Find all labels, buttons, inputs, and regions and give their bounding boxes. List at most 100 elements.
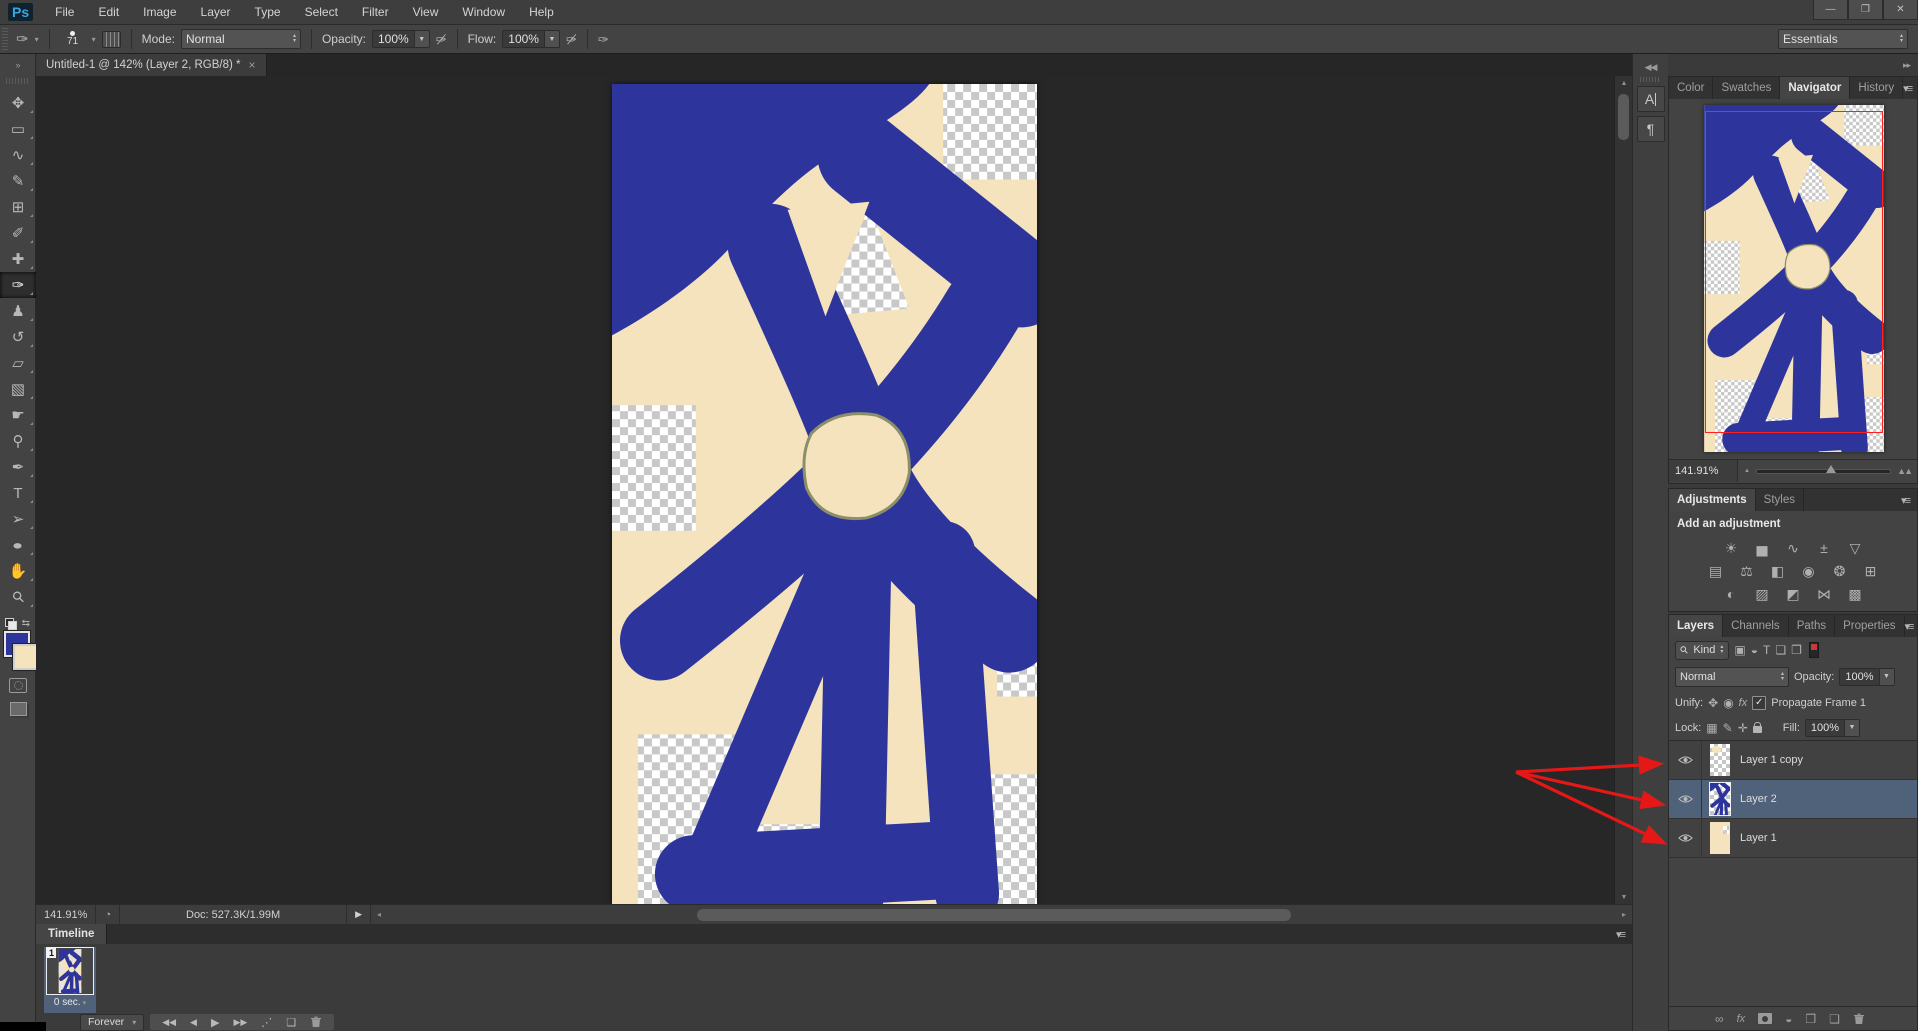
adjustment-layer-filter-icon[interactable]: ◒ <box>1751 643 1758 657</box>
invert-icon[interactable]: ◐ <box>1721 585 1741 603</box>
slider-thumb[interactable] <box>1826 464 1837 473</box>
menu-filter[interactable]: Filter <box>350 5 401 19</box>
dropdown-caret-icon[interactable]: ▼ <box>1878 667 1895 686</box>
menu-image[interactable]: Image <box>131 5 188 19</box>
default-colors-icon[interactable] <box>5 618 17 630</box>
add-layer-mask-icon[interactable] <box>1758 1013 1773 1024</box>
scroll-right-icon[interactable]: ▸ <box>1616 910 1632 919</box>
selective-color-icon[interactable]: ▩ <box>1845 585 1865 603</box>
zoom-in-icon[interactable]: ▲▲ <box>1897 466 1913 476</box>
delete-frame-icon[interactable] <box>310 1016 322 1028</box>
brightness-contrast-icon[interactable]: ☀ <box>1721 539 1741 557</box>
zoom-out-icon[interactable]: ▲ <box>1744 468 1750 474</box>
menu-edit[interactable]: Edit <box>86 5 131 19</box>
duplicate-frame-button[interactable]: ❏ <box>286 1016 296 1029</box>
scrubby-zoom-icon[interactable]: ◔ <box>96 905 121 924</box>
layer-row-layer-2[interactable]: Layer 2 <box>1669 780 1917 819</box>
screen-mode-button[interactable] <box>9 702 27 716</box>
brush-tool-icon[interactable]: ✑ <box>16 32 29 47</box>
close-button[interactable]: ✕ <box>1883 0 1918 20</box>
ellipse-tool[interactable]: ● <box>0 532 36 558</box>
menu-select[interactable]: Select <box>293 5 350 19</box>
frame-delay-select[interactable]: 0 sec. ▾ <box>54 997 86 1008</box>
dock-grip[interactable] <box>1640 77 1661 82</box>
panel-menu-icon[interactable]: ▾≡ <box>1901 494 1911 507</box>
lock-all-icon[interactable] <box>1752 722 1762 733</box>
timeline-frame-1[interactable]: 1 0 sec. ▾ <box>44 947 96 1013</box>
tab-color[interactable]: Color <box>1669 77 1714 99</box>
scroll-left-icon[interactable]: ◂ <box>371 910 387 919</box>
threshold-icon[interactable]: ◩ <box>1783 585 1803 603</box>
loop-count-select[interactable]: Forever ▾ <box>80 1013 145 1031</box>
layer-visibility-eye-icon[interactable] <box>1678 794 1693 804</box>
color-balance-icon[interactable]: ⚖ <box>1737 562 1757 580</box>
next-frame-button[interactable]: ▶▶ <box>233 1017 247 1028</box>
tab-history[interactable]: History <box>1850 77 1904 99</box>
gradient-map-icon[interactable]: ⋈ <box>1814 585 1834 603</box>
scroll-down-icon[interactable]: ▼ <box>1615 890 1633 904</box>
layer-thumbnail[interactable] <box>1709 782 1731 816</box>
flow-combo[interactable]: 100% ▼ <box>502 30 560 48</box>
brush-picker-caret-icon[interactable]: ▾ <box>92 35 96 44</box>
navigator-zoom-field[interactable]: 141.91% <box>1669 460 1738 482</box>
first-frame-button[interactable]: ◀◀ <box>162 1017 176 1028</box>
levels-icon[interactable]: ▅ <box>1752 539 1772 557</box>
menu-layer[interactable]: Layer <box>189 5 243 19</box>
layer-name[interactable]: Layer 1 copy <box>1740 754 1803 766</box>
opacity-combo[interactable]: 100% ▼ <box>371 30 430 48</box>
canvas-artwork[interactable] <box>612 84 1037 904</box>
airbrush-icon[interactable]: ✑̸ <box>566 33 577 46</box>
tab-swatches[interactable]: Swatches <box>1713 77 1781 99</box>
pen-tool[interactable]: ✒ <box>0 454 36 480</box>
minimize-button[interactable]: — <box>1813 0 1848 20</box>
dropdown-caret-icon[interactable]: ▼ <box>543 30 560 48</box>
tab-channels[interactable]: Channels <box>1723 615 1789 637</box>
shape-layer-filter-icon[interactable]: ❏ <box>1775 643 1786 657</box>
navigator-view-box[interactable] <box>1705 111 1883 433</box>
tab-adjustments[interactable]: Adjustments <box>1669 489 1756 511</box>
photo-filter-icon[interactable]: ◉ <box>1799 562 1819 580</box>
vertical-scrollbar[interactable]: ▲ ▼ <box>1614 76 1632 904</box>
tab-styles[interactable]: Styles <box>1756 489 1804 511</box>
menu-help[interactable]: Help <box>517 5 566 19</box>
brush-tool[interactable]: ✑ <box>0 272 36 298</box>
posterize-icon[interactable]: ▨ <box>1752 585 1772 603</box>
lock-transparency-icon[interactable]: ▦ <box>1706 721 1717 735</box>
lock-pixels-icon[interactable]: ✎ <box>1723 721 1733 735</box>
layer-blend-mode-select[interactable]: Normal ▴ ▾ <box>1675 666 1789 687</box>
tab-timeline[interactable]: Timeline <box>36 924 108 944</box>
zoom-tool[interactable]: ⚲ <box>0 584 36 610</box>
history-brush-tool[interactable]: ↺ <box>0 324 36 350</box>
status-expand-icon[interactable]: ▶ <box>347 905 372 924</box>
canvas-area[interactable] <box>36 76 1614 904</box>
type-tool[interactable]: T <box>0 480 36 506</box>
dropdown-caret-icon[interactable]: ▼ <box>413 30 430 48</box>
tween-button[interactable]: ⋰ <box>261 1016 272 1029</box>
crop-tool[interactable]: ⊞ <box>0 194 36 220</box>
pressure-size-icon[interactable]: ✑ <box>598 33 609 46</box>
paragraph-panel-icon[interactable]: ¶ <box>1636 116 1665 142</box>
layer-row-layer-1[interactable]: Layer 1 <box>1669 819 1917 858</box>
new-adjustment-layer-icon[interactable]: ◒ <box>1785 1012 1792 1026</box>
frame-thumbnail[interactable]: 1 <box>46 947 94 995</box>
unify-position-icon[interactable]: ✥ <box>1708 696 1718 710</box>
unify-visibility-icon[interactable]: ◉ <box>1723 696 1733 710</box>
gradient-tool[interactable]: ▧ <box>0 376 36 402</box>
toolbar-collapse-button[interactable]: » <box>0 60 35 76</box>
hand-tool[interactable]: ✋ <box>0 558 36 584</box>
tab-properties[interactable]: Properties <box>1835 615 1905 637</box>
vertical-scroll-thumb[interactable] <box>1618 94 1629 140</box>
character-panel-icon[interactable]: A <box>1636 86 1665 112</box>
hue-saturation-icon[interactable]: ▤ <box>1706 562 1726 580</box>
navigator-preview[interactable] <box>1669 99 1917 459</box>
eraser-tool[interactable]: ▱ <box>0 350 36 376</box>
propagate-frame-checkbox[interactable]: ✓ <box>1752 695 1767 710</box>
black-white-icon[interactable]: ◧ <box>1768 562 1788 580</box>
new-layer-icon[interactable]: ❏ <box>1829 1012 1840 1026</box>
menu-type[interactable]: Type <box>243 5 293 19</box>
panel-menu-icon[interactable]: ▾≡ <box>1903 82 1913 95</box>
spot-healing-brush-tool[interactable]: ✚ <box>0 246 36 272</box>
lock-position-icon[interactable]: ✛ <box>1738 721 1748 735</box>
vibrance-icon[interactable]: ▽ <box>1845 539 1865 557</box>
horizontal-scroll-thumb[interactable] <box>697 909 1292 921</box>
